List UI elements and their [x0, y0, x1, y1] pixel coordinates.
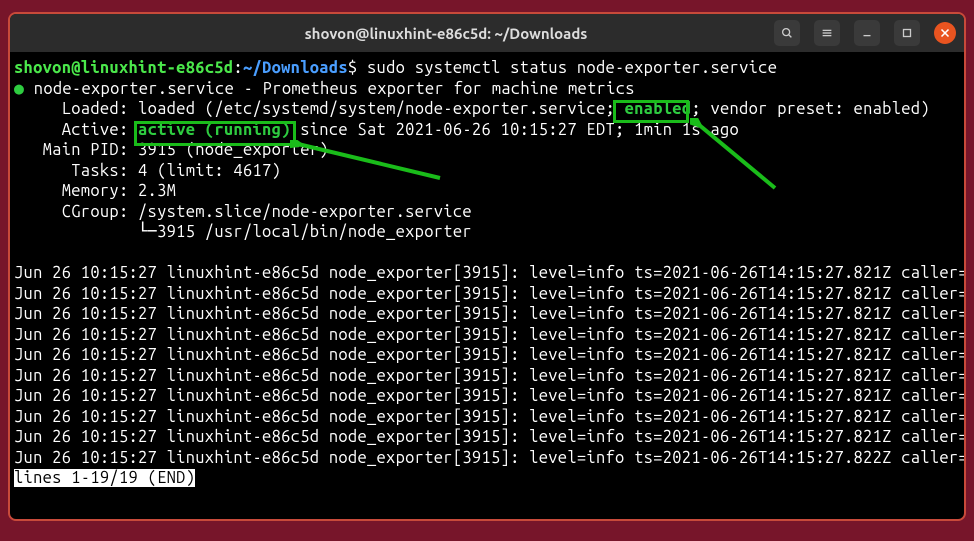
log-line: Jun 26 10:15:27 linuxhint-e86c5d node_ex… — [14, 285, 964, 303]
command-text: sudo systemctl status node-exporter.serv… — [367, 59, 777, 77]
cgroup-child-line: └─3915 /usr/local/bin/node_exporter — [14, 223, 472, 241]
active-since: since Sat 2021-06-26 10:15:27 EDT; 1min … — [291, 121, 739, 139]
tasks-line: Tasks: 4 (limit: 4617) — [14, 162, 281, 180]
log-line: Jun 26 10:15:27 linuxhint-e86c5d node_ex… — [14, 305, 964, 323]
log-line: Jun 26 10:15:27 linuxhint-e86c5d node_ex… — [14, 367, 964, 385]
loaded-enabled: enabled — [625, 100, 692, 118]
service-description: node-exporter.service - Prometheus expor… — [24, 80, 635, 98]
maximize-button[interactable] — [894, 20, 920, 46]
prompt-user-host: shovon@linuxhint-e86c5d — [14, 59, 233, 77]
prompt-colon: : — [233, 59, 243, 77]
pager-status: lines 1-19/19 (END) — [14, 469, 195, 487]
menu-button[interactable] — [814, 20, 840, 46]
terminal-window: shovon@linuxhint-e86c5d: ~/Downloads sho… — [8, 12, 966, 521]
terminal-output[interactable]: shovon@linuxhint-e86c5d:~/Downloads$ sud… — [10, 52, 964, 495]
minimize-button[interactable] — [854, 20, 880, 46]
search-button[interactable] — [774, 20, 800, 46]
log-line: Jun 26 10:15:27 linuxhint-e86c5d node_ex… — [14, 326, 964, 344]
close-button[interactable] — [934, 22, 956, 44]
log-line: Jun 26 10:15:27 linuxhint-e86c5d node_ex… — [14, 264, 964, 282]
loaded-pre: loaded (/etc/systemd/system/node-exporte… — [138, 100, 625, 118]
prompt-cwd: ~/Downloads — [243, 59, 348, 77]
loaded-label: Loaded: — [14, 100, 138, 118]
memory-line: Memory: 2.3M — [14, 182, 176, 200]
active-label: Active: — [14, 121, 138, 139]
prompt-dollar: $ — [348, 59, 367, 77]
window-title: shovon@linuxhint-e86c5d: ~/Downloads — [118, 25, 774, 42]
loaded-post: ; vendor preset: enabled) — [691, 100, 930, 118]
main-pid-line: Main PID: 3915 (node_exporter) — [14, 141, 329, 159]
log-line: Jun 26 10:15:27 linuxhint-e86c5d node_ex… — [14, 408, 964, 426]
cgroup-line: CGroup: /system.slice/node-exporter.serv… — [14, 203, 472, 221]
log-line: Jun 26 10:15:27 linuxhint-e86c5d node_ex… — [14, 449, 964, 467]
window-titlebar: shovon@linuxhint-e86c5d: ~/Downloads — [10, 14, 964, 52]
log-line: Jun 26 10:15:27 linuxhint-e86c5d node_ex… — [14, 346, 964, 364]
active-value: active (running) — [138, 121, 291, 139]
status-bullet: ● — [14, 80, 24, 98]
log-line: Jun 26 10:15:27 linuxhint-e86c5d node_ex… — [14, 428, 964, 446]
log-line: Jun 26 10:15:27 linuxhint-e86c5d node_ex… — [14, 387, 964, 405]
